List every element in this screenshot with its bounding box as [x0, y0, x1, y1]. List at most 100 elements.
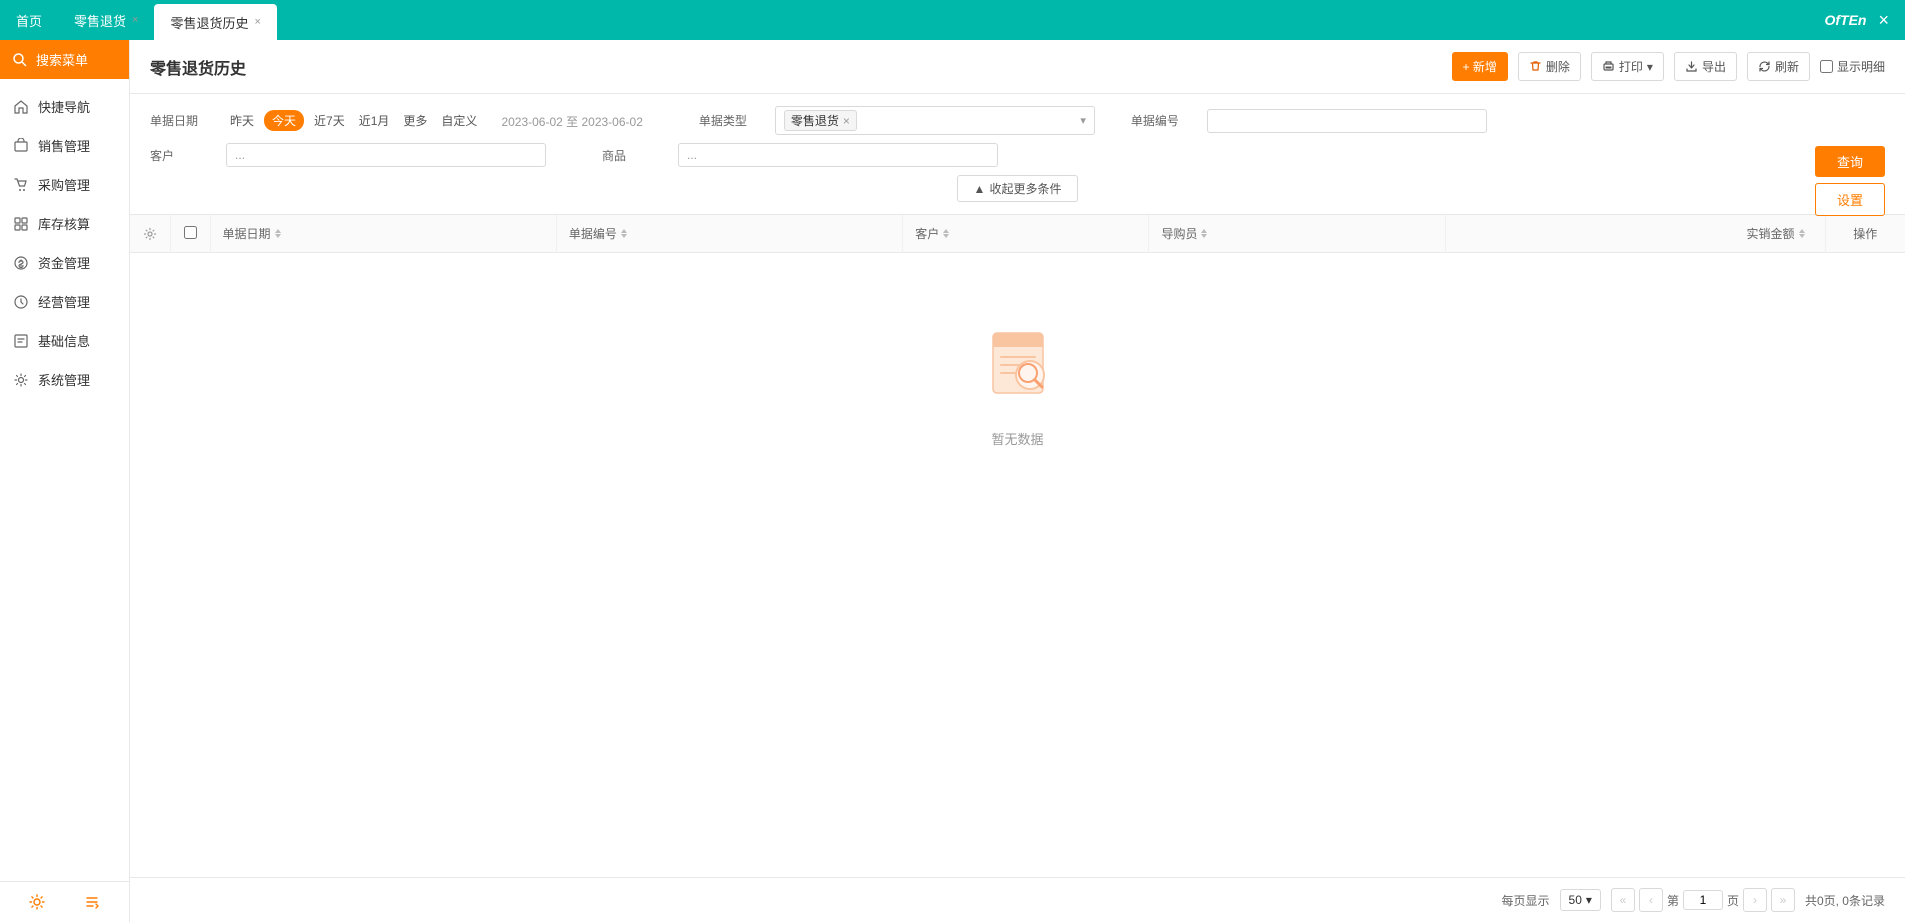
settings-filter-button[interactable]: 设置	[1815, 183, 1885, 216]
sidebar-bottom	[0, 881, 129, 922]
tab-home[interactable]: 首页	[0, 0, 58, 40]
page-input[interactable]	[1683, 890, 1723, 910]
main-layout: 搜索菜单 快捷导航 销售管理 采购管理	[0, 40, 1905, 922]
print-dropdown-icon[interactable]: ▾	[1647, 60, 1653, 74]
tab-retail-return[interactable]: 零售退货 ×	[58, 0, 154, 40]
delete-button[interactable]: 删除	[1518, 52, 1581, 81]
date-filter-label: 单据日期	[150, 112, 210, 129]
total-info: 共0页, 0条记录	[1805, 892, 1885, 909]
sidebar-gear-button[interactable]	[27, 892, 47, 912]
top-bar: 首页 零售退货 × 零售退货历史 × OfTEn ×	[0, 0, 1905, 40]
tab-home-label: 首页	[16, 11, 42, 30]
th-customer[interactable]: 客户	[903, 215, 1149, 253]
goods-filter-label: 商品	[602, 147, 662, 164]
customer-filter-input[interactable]: ...	[226, 143, 546, 167]
amount-sort-icon	[1799, 229, 1805, 238]
search-menu-label: 搜索菜单	[36, 50, 88, 69]
sidebar-item-sales[interactable]: 销售管理	[0, 126, 129, 165]
sidebar-item-quick-nav[interactable]: 快捷导航	[0, 87, 129, 126]
query-button[interactable]: 查询	[1815, 146, 1885, 177]
window-close-button[interactable]: ×	[1878, 10, 1889, 31]
refresh-button[interactable]: 刷新	[1747, 52, 1810, 81]
prev-page-button[interactable]: ‹	[1639, 888, 1663, 912]
sidebar-collapse-button[interactable]	[82, 892, 102, 912]
new-button[interactable]: + 新增	[1452, 52, 1508, 81]
collapse-button[interactable]: ▲ 收起更多条件	[957, 175, 1079, 202]
th-customer-label: 客户	[915, 225, 939, 242]
tab-retail-return-history-close[interactable]: ×	[254, 16, 260, 28]
page-suffix: 页	[1727, 892, 1739, 909]
date-opt-7days[interactable]: 近7天	[310, 110, 349, 131]
operations-icon	[12, 293, 30, 311]
th-settings[interactable]	[130, 215, 170, 253]
th-checkbox[interactable]	[170, 215, 210, 253]
customer-filter-label: 客户	[150, 147, 210, 164]
export-button[interactable]: 导出	[1674, 52, 1737, 81]
search-menu-button[interactable]: 搜索菜单	[0, 40, 129, 79]
filter-area: 单据日期 昨天 今天 近7天 近1月 更多 自定义 2023-06-02 至 2…	[130, 94, 1905, 215]
refresh-label: 刷新	[1775, 58, 1799, 75]
date-opt-yesterday[interactable]: 昨天	[226, 110, 258, 131]
empty-text: 暂无数据	[991, 429, 1043, 448]
customer-ellipsis: ...	[235, 148, 245, 162]
sidebar-item-basic-info[interactable]: 基础信息	[0, 321, 129, 360]
date-opt-1month[interactable]: 近1月	[355, 110, 394, 131]
guide-sort-icon	[1201, 229, 1207, 238]
print-button[interactable]: 打印 ▾	[1591, 52, 1664, 81]
sidebar-item-operations[interactable]: 经营管理	[0, 282, 129, 321]
page-label: 第	[1667, 892, 1679, 909]
tab-retail-return-history-label: 零售退货历史	[170, 13, 248, 32]
type-tag: 零售退货 ×	[784, 110, 857, 131]
page-nav: « ‹ 第 页 › »	[1611, 888, 1795, 912]
select-all-checkbox[interactable]	[184, 226, 197, 239]
refresh-icon	[1758, 60, 1771, 73]
sidebar-item-system[interactable]: 系统管理	[0, 360, 129, 399]
type-dropdown-arrow[interactable]: ▾	[1080, 114, 1086, 127]
per-page-select[interactable]: 50 ▾	[1560, 889, 1601, 911]
th-number[interactable]: 单据编号	[556, 215, 902, 253]
first-page-button[interactable]: «	[1611, 888, 1635, 912]
table-container: 单据日期 单据编号	[130, 215, 1905, 877]
toolbar: + 新增 删除 打印 ▾ 导出 刷新	[1452, 52, 1885, 81]
th-guide-label: 导购员	[1161, 225, 1197, 242]
column-settings-icon	[143, 227, 157, 241]
display-detail-checkbox[interactable]	[1820, 60, 1833, 73]
filter-collapse: ▲ 收起更多条件	[150, 175, 1885, 202]
per-page-value: 50	[1569, 893, 1582, 907]
sidebar-item-finance-label: 资金管理	[38, 253, 90, 272]
date-opt-custom[interactable]: 自定义	[437, 110, 481, 131]
page-header: 零售退货历史 + 新增 删除 打印 ▾ 导出 刷新	[130, 40, 1905, 94]
sidebar-nav: 快捷导航 销售管理 采购管理 库存核算	[0, 79, 129, 881]
sidebar-item-quick-nav-label: 快捷导航	[38, 97, 90, 116]
date-opt-today[interactable]: 今天	[264, 110, 304, 131]
date-opt-more[interactable]: 更多	[399, 110, 431, 131]
sidebar-item-inventory[interactable]: 库存核算	[0, 204, 129, 243]
content-area: 零售退货历史 + 新增 删除 打印 ▾ 导出 刷新	[130, 40, 1905, 922]
next-page-button[interactable]: ›	[1743, 888, 1767, 912]
sidebar-item-finance[interactable]: 资金管理	[0, 243, 129, 282]
display-detail-toggle: 显示明细	[1820, 58, 1885, 75]
sidebar-item-purchase[interactable]: 采购管理	[0, 165, 129, 204]
date-options: 昨天 今天 近7天 近1月 更多 自定义	[226, 110, 481, 131]
goods-filter-input[interactable]: ...	[678, 143, 998, 167]
tab-retail-return-close[interactable]: ×	[132, 14, 138, 26]
per-page-label: 每页显示	[1502, 892, 1550, 909]
empty-state: 暂无数据	[130, 253, 1905, 508]
type-filter-input[interactable]: 零售退货 × ▾	[775, 106, 1095, 135]
finance-icon	[12, 254, 30, 272]
th-action: 操作	[1825, 215, 1905, 253]
table-header: 单据日期 单据编号	[130, 215, 1905, 253]
date-sort-icon	[275, 229, 281, 238]
sidebar-item-basic-info-label: 基础信息	[38, 331, 90, 350]
type-filter-label: 单据类型	[699, 112, 759, 129]
th-guide[interactable]: 导购员	[1149, 215, 1445, 253]
sidebar: 搜索菜单 快捷导航 销售管理 采购管理	[0, 40, 130, 922]
number-filter-input[interactable]	[1207, 109, 1487, 133]
th-amount[interactable]: 实销金额	[1445, 215, 1825, 253]
type-tag-close[interactable]: ×	[843, 114, 850, 128]
last-page-button[interactable]: »	[1771, 888, 1795, 912]
th-date[interactable]: 单据日期	[210, 215, 556, 253]
tab-retail-return-history[interactable]: 零售退货历史 ×	[154, 4, 276, 40]
top-bar-right: OfTEn ×	[1824, 10, 1905, 31]
empty-illustration	[968, 313, 1068, 413]
